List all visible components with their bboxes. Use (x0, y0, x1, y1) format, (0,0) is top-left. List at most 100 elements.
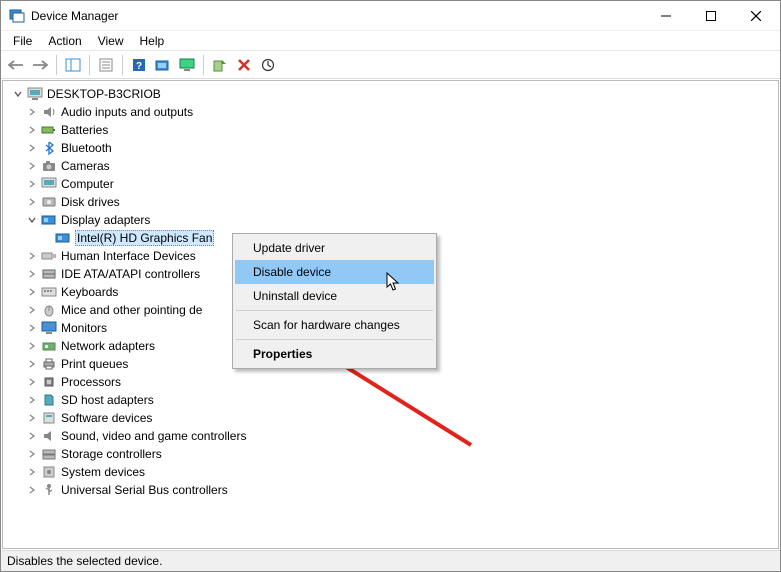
menu-view[interactable]: View (90, 32, 132, 50)
chevron-right-icon[interactable] (25, 303, 39, 317)
tree-node-label: Audio inputs and outputs (61, 105, 193, 119)
tree-node-display[interactable]: Display adapters (23, 211, 778, 229)
toolbar-update-driver-button[interactable] (209, 54, 231, 76)
disk-icon (41, 194, 57, 210)
tree-node-label: Display adapters (61, 213, 150, 227)
toolbar-help-button[interactable]: ? (128, 54, 150, 76)
tree-node-label: System devices (61, 465, 145, 479)
chevron-right-icon[interactable] (25, 123, 39, 137)
close-button[interactable] (733, 1, 778, 30)
context-menu-update-driver[interactable]: Update driver (235, 236, 434, 260)
monitor-icon (41, 320, 57, 336)
window-controls (643, 1, 778, 30)
context-menu-separator (236, 310, 433, 311)
toolbar-separator (122, 55, 123, 75)
chevron-right-icon[interactable] (25, 447, 39, 461)
tree-node-label: Keyboards (61, 285, 118, 299)
toolbar-separator (89, 55, 90, 75)
chevron-right-icon[interactable] (25, 483, 39, 497)
tree-node-computer[interactable]: Computer (23, 175, 778, 193)
chevron-right-icon[interactable] (25, 105, 39, 119)
chevron-right-icon[interactable] (25, 141, 39, 155)
chevron-right-icon[interactable] (25, 267, 39, 281)
tree-node-label: Network adapters (61, 339, 155, 353)
toolbar-back-button[interactable] (5, 54, 27, 76)
app-icon (9, 8, 25, 24)
tree-node-cameras[interactable]: Cameras (23, 157, 778, 175)
menu-file[interactable]: File (5, 32, 40, 50)
usb-icon (41, 482, 57, 498)
tree-node-label: Storage controllers (61, 447, 162, 461)
chevron-right-icon[interactable] (25, 177, 39, 191)
tree-node-label: Cameras (61, 159, 110, 173)
mouse-icon (41, 302, 57, 318)
tree-node-disk[interactable]: Disk drives (23, 193, 778, 211)
tree-node-audio[interactable]: Audio inputs and outputs (23, 103, 778, 121)
toolbar-disable-button[interactable] (257, 54, 279, 76)
context-menu: Update driver Disable device Uninstall d… (232, 233, 437, 369)
tree-node-system[interactable]: System devices (23, 463, 778, 481)
statusbar: Disables the selected device. (1, 550, 780, 571)
context-menu-properties[interactable]: Properties (235, 342, 434, 366)
keyboard-icon (41, 284, 57, 300)
tree-node-label: DESKTOP-B3CRIOB (47, 87, 161, 101)
chevron-right-icon[interactable] (25, 357, 39, 371)
tree-node-label: Disk drives (61, 195, 120, 209)
chevron-right-icon[interactable] (25, 285, 39, 299)
sound-icon (41, 428, 57, 444)
tree-node-label: Processors (61, 375, 121, 389)
toolbar-properties-button[interactable] (95, 54, 117, 76)
context-menu-separator (236, 339, 433, 340)
tree-root-node[interactable]: DESKTOP-B3CRIOB (9, 85, 778, 103)
computer-icon (27, 86, 43, 102)
chevron-right-icon[interactable] (25, 321, 39, 335)
maximize-button[interactable] (688, 1, 733, 30)
speaker-icon (41, 104, 57, 120)
tree-node-label: Sound, video and game controllers (61, 429, 246, 443)
chevron-right-icon[interactable] (25, 393, 39, 407)
printer-icon (41, 356, 57, 372)
chevron-right-icon[interactable] (25, 429, 39, 443)
tree-node-label: Human Interface Devices (61, 249, 196, 263)
chevron-right-icon[interactable] (25, 375, 39, 389)
tree-node-label: Universal Serial Bus controllers (61, 483, 228, 497)
toolbar-forward-button[interactable] (29, 54, 51, 76)
tree-node-label: Monitors (61, 321, 107, 335)
tree-node-sound[interactable]: Sound, video and game controllers (23, 427, 778, 445)
context-menu-disable-device[interactable]: Disable device (235, 260, 434, 284)
toolbar-scan-button[interactable] (152, 54, 174, 76)
cpu-icon (41, 374, 57, 390)
toolbar: ? (1, 51, 780, 79)
tree-node-label: Print queues (61, 357, 128, 371)
tree-node-batteries[interactable]: Batteries (23, 121, 778, 139)
window-title: Device Manager (31, 9, 118, 23)
context-menu-uninstall-device[interactable]: Uninstall device (235, 284, 434, 308)
chevron-right-icon[interactable] (25, 411, 39, 425)
chevron-right-icon[interactable] (25, 249, 39, 263)
chevron-right-icon[interactable] (25, 159, 39, 173)
storage-icon (41, 446, 57, 462)
tree-node-sdhost[interactable]: SD host adapters (23, 391, 778, 409)
tree-node-storage[interactable]: Storage controllers (23, 445, 778, 463)
chevron-right-icon[interactable] (25, 195, 39, 209)
context-menu-scan-hardware[interactable]: Scan for hardware changes (235, 313, 434, 337)
chevron-right-icon[interactable] (25, 339, 39, 353)
minimize-button[interactable] (643, 1, 688, 30)
menu-help[interactable]: Help (132, 32, 173, 50)
tree-node-usb[interactable]: Universal Serial Bus controllers (23, 481, 778, 499)
tree-node-label: Computer (61, 177, 114, 191)
svg-text:?: ? (136, 61, 142, 72)
tree-node-label: IDE ATA/ATAPI controllers (61, 267, 200, 281)
tree-node-label: SD host adapters (61, 393, 154, 407)
chevron-down-icon[interactable] (25, 213, 39, 227)
toolbar-uninstall-button[interactable] (233, 54, 255, 76)
tree-node-software[interactable]: Software devices (23, 409, 778, 427)
menu-action[interactable]: Action (40, 32, 89, 50)
tree-node-processors[interactable]: Processors (23, 373, 778, 391)
tree-node-bluetooth[interactable]: Bluetooth (23, 139, 778, 157)
toolbar-show-hide-button[interactable] (62, 54, 84, 76)
camera-icon (41, 158, 57, 174)
toolbar-monitor-button[interactable] (176, 54, 198, 76)
chevron-down-icon[interactable] (11, 87, 25, 101)
chevron-right-icon[interactable] (25, 465, 39, 479)
